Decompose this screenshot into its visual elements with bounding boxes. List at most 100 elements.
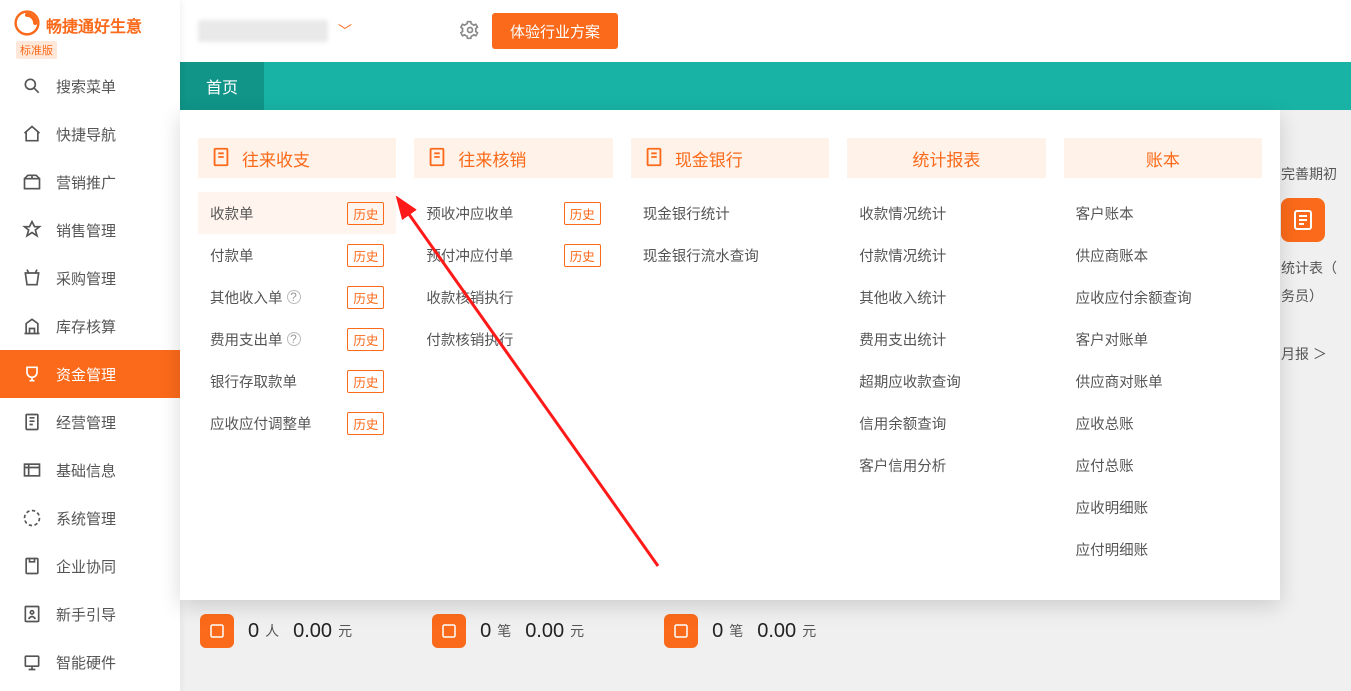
menu-item-label: 收款情况统计 [859,203,946,224]
menu-item[interactable]: 收款核销执行 [414,276,612,318]
stock-icon [22,316,42,336]
stat-icon [200,614,234,648]
menu-item[interactable]: 现金银行流水查询 [631,234,829,276]
system-icon [22,508,42,528]
mega-col-cash: 现金银行现金银行统计现金银行流水查询 [631,138,829,570]
stat-amount: 0.00 [757,620,796,643]
menu-item[interactable]: 应收应付余额查询 [1064,276,1262,318]
menu-item[interactable]: 付款单 历史 [198,234,396,276]
history-button[interactable]: 历史 [564,202,601,225]
menu-item[interactable]: 超期应收款查询 [847,360,1045,402]
menu-item[interactable]: 付款情况统计 [847,234,1045,276]
menu-item[interactable]: 客户账本 [1064,192,1262,234]
sidebar-item-sales[interactable]: 销售管理 [0,206,180,254]
sidebar-item-quicknav[interactable]: 快捷导航 [0,110,180,158]
tab-home[interactable]: 首页 [180,62,264,110]
sidebar-item-ops[interactable]: 经营管理 [0,398,180,446]
menu-item-label: 收款单 [210,203,254,224]
sidebar-item-purchase[interactable]: 采购管理 [0,254,180,302]
menu-item-label: 供应商账本 [1076,245,1149,266]
history-button[interactable]: 历史 [347,328,384,351]
org-selector[interactable]: ﹀ [198,20,448,42]
menu-item-label: 超期应收款查询 [859,371,961,392]
menu-item[interactable]: 现金银行统计 [631,192,829,234]
stat-currency: 元 [802,621,816,641]
stat-amount: 0.00 [525,620,564,643]
org-name-blurred [198,20,328,42]
sidebar-item-basic[interactable]: 基础信息 [0,446,180,494]
document-icon [643,146,665,171]
menu-item[interactable]: 银行存取款单历史 [198,360,396,402]
sidebar-item-search[interactable]: 搜索菜单 [0,62,180,110]
menu-item[interactable]: 收款单 历史 [198,192,396,234]
mega-col-title: 往来核销 [458,146,526,171]
menu-item[interactable]: 供应商账本 [1064,234,1262,276]
mega-col-header: 现金银行 [631,138,829,178]
menu-item[interactable]: 信用余额查询 [847,402,1045,444]
menu-item[interactable]: 收款情况统计 [847,192,1045,234]
sidebar-item-guide[interactable]: 新手引导 [0,590,180,638]
menu-item[interactable]: 应付明细账 [1064,528,1262,570]
topbar: ﹀ 体验行业方案 [180,0,1351,62]
mega-col-report: 统计报表收款情况统计付款情况统计其他收入统计费用支出统计超期应收款查询信用余额查… [847,138,1045,570]
try-industry-button[interactable]: 体验行业方案 [492,13,618,49]
sidebar-item-label: 基础信息 [56,460,116,481]
history-button[interactable]: 历史 [347,202,384,225]
menu-item[interactable]: 费用支出统计 [847,318,1045,360]
stat-number: 0 [712,620,723,643]
sidebar-item-coop[interactable]: 企业协同 [0,542,180,590]
sidebar-item-label: 系统管理 [56,508,116,529]
menu-item[interactable]: 应收应付调整单 历史 [198,402,396,444]
stat-unit: 笔 [729,621,743,641]
menu-item-label: 应收明细账 [1076,497,1149,518]
menu-item-label: 应收总账 [1076,413,1134,434]
menu-item[interactable]: 费用支出单?历史 [198,318,396,360]
search-icon [22,76,42,96]
menu-item[interactable]: 预付冲应付单历史 [414,234,612,276]
menu-item-label: 其他收入单? [210,287,301,308]
menu-item-label: 客户信用分析 [859,455,946,476]
menu-item[interactable]: 应收总账 [1064,402,1262,444]
peek-line[interactable]: 月报 ＞ [1281,340,1351,368]
tabs-bar: 首页 [180,62,1351,110]
menu-item[interactable]: 其他收入统计 [847,276,1045,318]
mega-col-header: 账本 [1064,138,1262,178]
history-button[interactable]: 历史 [347,412,384,435]
menu-item[interactable]: 预收冲应收单历史 [414,192,612,234]
history-button[interactable]: 历史 [347,286,384,309]
menu-item-label: 付款单 [210,245,254,266]
help-icon[interactable]: ? [287,290,301,304]
brand-name: 畅捷通好生意 [46,13,142,37]
sales-icon [22,220,42,240]
menu-item[interactable]: 应付总账 [1064,444,1262,486]
history-button[interactable]: 历史 [347,370,384,393]
sidebar-item-marketing[interactable]: 营销推广 [0,158,180,206]
sidebar-item-funds[interactable]: 资金管理 [0,350,180,398]
mega-col-header: 统计报表 [847,138,1045,178]
menu-item[interactable]: 其他收入单? 历史 [198,276,396,318]
history-button[interactable]: 历史 [564,244,601,267]
menu-item[interactable]: 客户信用分析 [847,444,1045,486]
sidebar-item-label: 搜索菜单 [56,76,116,97]
gear-icon[interactable] [460,20,480,43]
menu-item-label: 应付总账 [1076,455,1134,476]
menu-item[interactable]: 供应商对账单 [1064,360,1262,402]
menu-item-label: 应收应付调整单 [210,413,312,434]
menu-item[interactable]: 客户对账单 [1064,318,1262,360]
history-button[interactable]: 历史 [347,244,384,267]
sidebar-item-stock[interactable]: 库存核算 [0,302,180,350]
basic-icon [22,460,42,480]
peek-widget-icon[interactable] [1281,198,1325,242]
sidebar-item-hardware[interactable]: 智能硬件 [0,638,180,686]
menu-item[interactable]: 应收明细账 [1064,486,1262,528]
menu-item-label: 客户对账单 [1076,329,1149,350]
stat-unit: 笔 [497,621,511,641]
menu-item[interactable]: 付款核销执行 [414,318,612,360]
stat-item: 0笔 0.00 元 [664,601,816,661]
peek-line: 完善期初 [1281,160,1351,188]
mega-col-title: 往来收支 [242,146,310,171]
sidebar-item-system[interactable]: 系统管理 [0,494,180,542]
mega-col-flow: 往来收支收款单历史付款单历史其他收入单?历史费用支出单?历史银行存取款单历史应收… [198,138,396,570]
stats-row: 0人0.00元0笔0.00元0笔0.00元 [200,601,1321,661]
help-icon[interactable]: ? [287,332,301,346]
